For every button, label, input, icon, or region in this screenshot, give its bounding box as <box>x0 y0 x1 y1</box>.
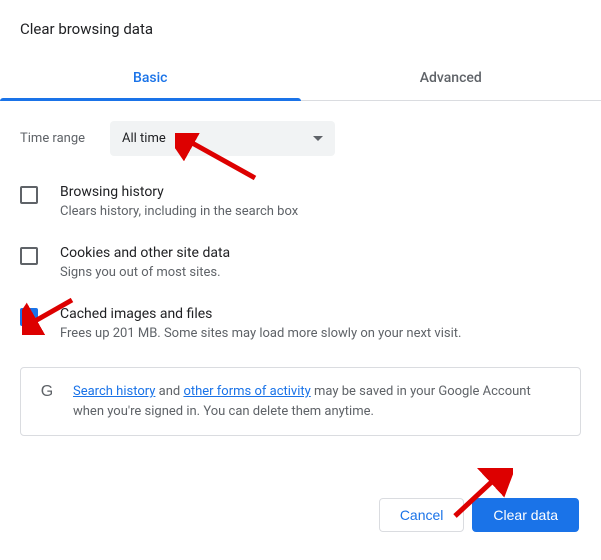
info-text-part: and <box>155 384 183 399</box>
cancel-button[interactable]: Cancel <box>379 498 465 532</box>
chevron-down-icon <box>313 136 323 141</box>
time-range-label: Time range <box>20 131 110 146</box>
dialog-title: Clear browsing data <box>20 20 581 38</box>
option-cached: Cached images and files Frees up 201 MB.… <box>20 306 581 341</box>
google-icon: G <box>37 382 57 402</box>
option-desc: Signs you out of most sites. <box>60 265 230 280</box>
checkbox-browsing-history[interactable] <box>20 186 38 204</box>
time-range-row: Time range All time <box>20 121 581 156</box>
info-text: Search history and other forms of activi… <box>73 382 564 421</box>
dialog-actions: Cancel Clear data <box>379 498 579 532</box>
option-title: Cached images and files <box>60 306 461 322</box>
link-search-history[interactable]: Search history <box>73 384 155 399</box>
option-title: Browsing history <box>60 184 298 200</box>
link-other-activity[interactable]: other forms of activity <box>183 384 310 399</box>
option-browsing-history: Browsing history Clears history, includi… <box>20 184 581 219</box>
option-title: Cookies and other site data <box>60 245 230 261</box>
time-range-select[interactable]: All time <box>110 121 335 156</box>
checkbox-cookies[interactable] <box>20 247 38 265</box>
info-box: G Search history and other forms of acti… <box>20 367 581 436</box>
clear-data-button[interactable]: Clear data <box>472 498 579 532</box>
option-desc: Frees up 201 MB. Some sites may load mor… <box>60 326 461 341</box>
tab-advanced[interactable]: Advanced <box>301 58 601 100</box>
tab-bar: Basic Advanced <box>0 58 601 101</box>
tab-basic[interactable]: Basic <box>0 58 301 100</box>
option-desc: Clears history, including in the search … <box>60 204 298 219</box>
time-range-value: All time <box>122 131 166 146</box>
option-cookies: Cookies and other site data Signs you ou… <box>20 245 581 280</box>
checkbox-cached[interactable] <box>20 308 38 326</box>
